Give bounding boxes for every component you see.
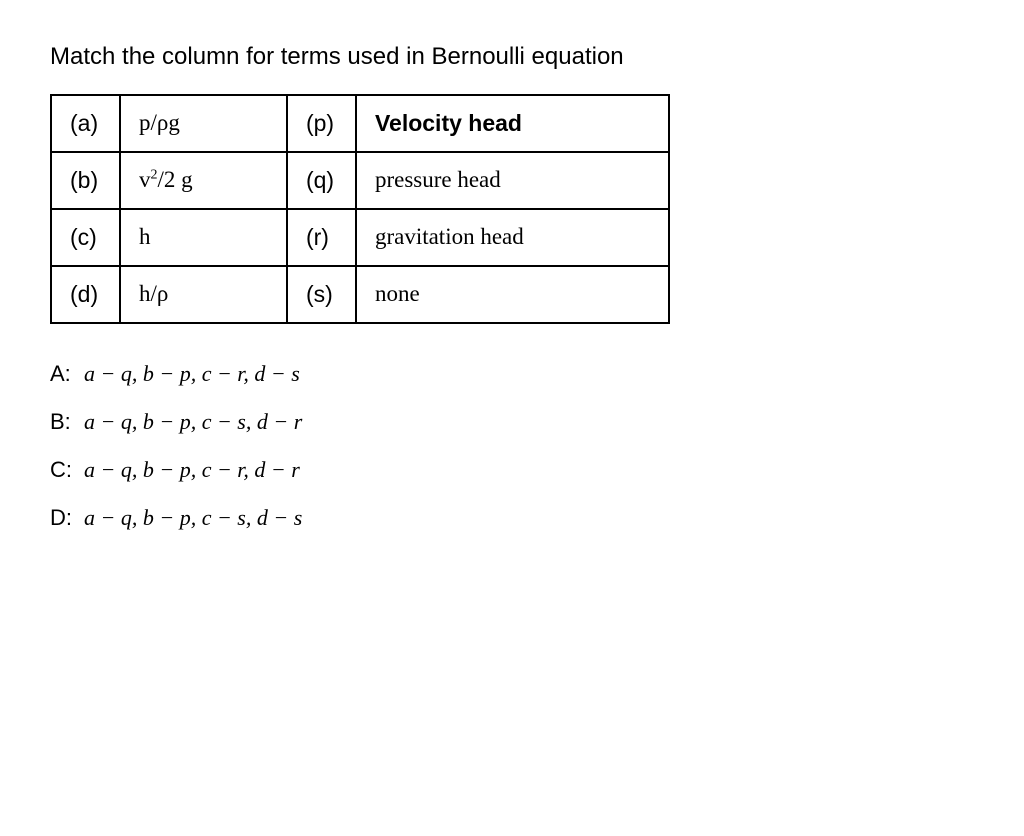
row-expression: h: [120, 209, 287, 266]
options-section: A:a − q, b − p, c − r, d − sB:a − q, b −…: [50, 352, 974, 540]
row-label: (b): [51, 152, 120, 209]
option-item[interactable]: A:a − q, b − p, c − r, d − s: [50, 352, 974, 396]
row-label: (d): [51, 266, 120, 323]
table-row: (c)h(r)gravitation head: [51, 209, 669, 266]
row-label: (c): [51, 209, 120, 266]
table-row: (a)p/ρg(p)Velocity head: [51, 95, 669, 152]
match-term: pressure head: [356, 152, 669, 209]
match-label: (r): [287, 209, 356, 266]
table-row: (b)v2/2 g(q)pressure head: [51, 152, 669, 209]
match-label: (p): [287, 95, 356, 152]
option-item[interactable]: B:a − q, b − p, c − s, d − r: [50, 400, 974, 444]
option-text: a − q, b − p, c − r, d − s: [84, 352, 300, 396]
row-label: (a): [51, 95, 120, 152]
option-letter: D:: [50, 496, 78, 540]
match-term: gravitation head: [356, 209, 669, 266]
option-item[interactable]: C:a − q, b − p, c − r, d − r: [50, 448, 974, 492]
option-item[interactable]: D:a − q, b − p, c − s, d − s: [50, 496, 974, 540]
option-letter: B:: [50, 400, 78, 444]
option-letter: A:: [50, 352, 78, 396]
option-text: a − q, b − p, c − r, d − r: [84, 448, 300, 492]
match-table: (a)p/ρg(p)Velocity head(b)v2/2 g(q)press…: [50, 94, 670, 324]
match-term: Velocity head: [356, 95, 669, 152]
row-expression: h/ρ: [120, 266, 287, 323]
match-label: (q): [287, 152, 356, 209]
question-text: Match the column for terms used in Berno…: [50, 40, 974, 74]
option-text: a − q, b − p, c − s, d − r: [84, 400, 302, 444]
row-expression: p/ρg: [120, 95, 287, 152]
match-label: (s): [287, 266, 356, 323]
table-row: (d)h/ρ(s)none: [51, 266, 669, 323]
option-letter: C:: [50, 448, 78, 492]
main-container: Match the column for terms used in Berno…: [50, 40, 974, 544]
match-term: none: [356, 266, 669, 323]
row-expression: v2/2 g: [120, 152, 287, 209]
option-text: a − q, b − p, c − s, d − s: [84, 496, 302, 540]
